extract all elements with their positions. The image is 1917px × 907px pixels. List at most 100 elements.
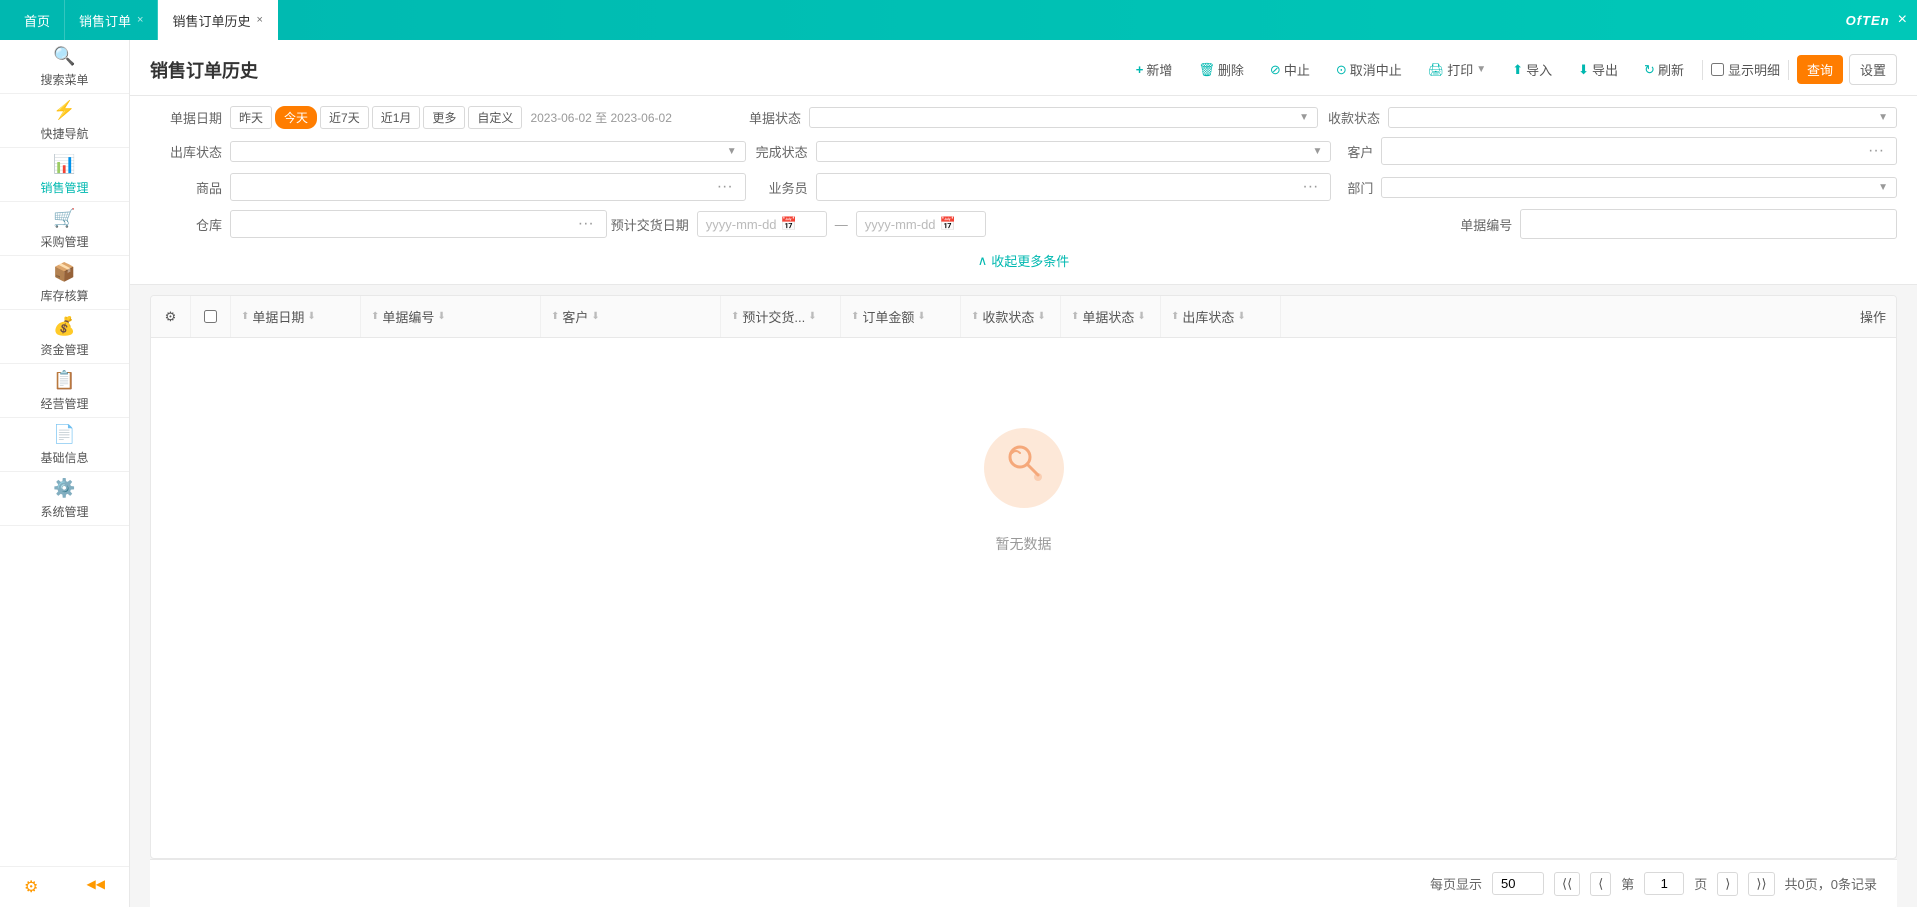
th-checkbox[interactable]: [191, 296, 231, 337]
sidebar-collapse-btn[interactable]: ◀◀: [86, 877, 104, 897]
customer-input[interactable]: ···: [1381, 137, 1897, 165]
sidebar-item-finance-mgmt[interactable]: 💰 资金管理: [0, 310, 129, 364]
sort-icon-pay-status-up[interactable]: ⬆: [971, 311, 979, 322]
sort-icon-date-up[interactable]: ⬆: [241, 311, 249, 322]
salesperson-input[interactable]: ···: [816, 173, 1332, 201]
sidebar-item-quick-nav[interactable]: ⚡ 快捷导航: [0, 94, 129, 148]
complete-status-select[interactable]: ▼: [816, 141, 1332, 162]
department-select[interactable]: ▼: [1381, 177, 1897, 198]
filter-area: 单据日期 昨天 今天 近7天 近1月 更多 自定义 2023-06-02 至 2…: [130, 96, 1917, 285]
warehouse-input[interactable]: ···: [230, 210, 607, 238]
sort-icon-delivery-up[interactable]: ⬆: [731, 311, 739, 322]
query-button[interactable]: 查询: [1797, 55, 1843, 84]
export-button[interactable]: ⬇ 导出: [1568, 55, 1628, 84]
sort-icon-docno-down[interactable]: ⬇: [437, 311, 445, 322]
cancel-stop-button[interactable]: ⊙ 取消中止: [1326, 55, 1412, 84]
export-icon: ⬇: [1578, 62, 1589, 78]
filter-row-1: 单据日期 昨天 今天 近7天 近1月 更多 自定义 2023-06-02 至 2…: [150, 106, 1897, 129]
pagination-last-btn[interactable]: ⟩⟩: [1748, 872, 1774, 896]
warehouse-out-control: ▼: [230, 141, 746, 162]
payment-status-select[interactable]: ▼: [1388, 107, 1897, 128]
display-detail-checkbox-wrap[interactable]: 显示明细: [1711, 60, 1780, 79]
pagination-total-info: 共0页，0条记录: [1785, 874, 1877, 893]
th-gear[interactable]: ⚙: [151, 296, 191, 337]
sort-icon-customer-up[interactable]: ⬆: [551, 311, 559, 322]
tab-home-label: 首页: [24, 11, 50, 30]
product-ellipsis[interactable]: ···: [713, 178, 737, 196]
import-button[interactable]: ⬆ 导入: [1502, 55, 1562, 84]
settings-button[interactable]: 设置: [1849, 54, 1897, 85]
sort-icon-amount-up[interactable]: ⬆: [851, 311, 859, 322]
tab-sales-order[interactable]: 销售订单 ×: [65, 0, 158, 40]
delete-button[interactable]: 🗑 删除: [1188, 55, 1254, 84]
voucher-status-select[interactable]: ▼: [809, 107, 1318, 128]
delivery-date-start[interactable]: yyyy-mm-dd 📅: [697, 211, 827, 237]
sidebar-item-sales-mgmt[interactable]: 📊 销售管理: [0, 148, 129, 202]
sort-icon-pay-status-down[interactable]: ⬇: [1037, 311, 1045, 322]
sort-icon-docno-up[interactable]: ⬆: [371, 311, 379, 322]
sidebar-item-search-menu[interactable]: 🔍 搜索菜单: [0, 40, 129, 94]
gear-icon[interactable]: ⚙: [165, 309, 177, 325]
sidebar-settings-btn[interactable]: ⚙: [24, 877, 38, 897]
date-btn-1month[interactable]: 近1月: [372, 106, 421, 129]
date-btn-today[interactable]: 今天: [275, 106, 317, 129]
sort-icon-wh-down[interactable]: ⬇: [1237, 311, 1245, 322]
print-arrow: ▼: [1476, 64, 1486, 75]
stop-button[interactable]: ⊘ 中止: [1260, 55, 1320, 84]
sidebar-item-sys-mgmt[interactable]: ⚙️ 系统管理: [0, 472, 129, 526]
select-all-checkbox[interactable]: [204, 310, 217, 323]
sort-icon-delivery-down[interactable]: ⬇: [808, 311, 816, 322]
sidebar-item-inventory[interactable]: 📦 库存核算: [0, 256, 129, 310]
voucher-no-input[interactable]: [1520, 209, 1897, 239]
date-btn-7days[interactable]: 近7天: [320, 106, 369, 129]
sort-icon-doc-status-down[interactable]: ⬇: [1137, 311, 1145, 322]
sidebar-item-purchase-mgmt[interactable]: 🛒 采购管理: [0, 202, 129, 256]
pagination-next-btn[interactable]: ⟩: [1717, 872, 1738, 896]
tab-sales-order-history-close[interactable]: ×: [256, 14, 262, 26]
per-page-select-wrap: 50 10 20 100: [1492, 872, 1544, 895]
sort-icon-wh-up[interactable]: ⬆: [1171, 311, 1179, 322]
print-button[interactable]: 🖨 打印 ▼: [1418, 55, 1496, 84]
tab-sales-order-history[interactable]: 销售订单历史 ×: [158, 0, 277, 40]
sort-icon-doc-status-up[interactable]: ⬆: [1071, 311, 1079, 322]
customer-ellipsis[interactable]: ···: [1864, 142, 1888, 160]
pagination-first-btn[interactable]: ⟨⟨: [1554, 872, 1580, 896]
warehouse-out-select[interactable]: ▼: [230, 141, 746, 162]
sort-icon-date-down[interactable]: ⬇: [307, 311, 315, 322]
date-btn-custom[interactable]: 自定义: [468, 106, 522, 129]
sidebar-item-base-info[interactable]: 📄 基础信息: [0, 418, 129, 472]
new-button[interactable]: + 新增: [1126, 55, 1183, 84]
salesperson-label: 业务员: [746, 178, 816, 197]
delivery-date-end-placeholder: yyyy-mm-dd: [865, 217, 936, 232]
per-page-select[interactable]: 50 10 20 100: [1492, 872, 1544, 895]
finance-mgmt-icon: 💰: [53, 316, 75, 337]
import-icon: ⬆: [1512, 62, 1523, 78]
pagination-prev-btn[interactable]: ⟨: [1590, 872, 1611, 896]
toolbar: + 新增 🗑 删除 ⊘ 中止 ⊙ 取消中止 🖨 打印: [1126, 54, 1897, 85]
warehouse-ellipsis[interactable]: ···: [574, 215, 598, 233]
page-title: 销售订单历史: [150, 57, 258, 83]
product-control: ···: [230, 173, 746, 201]
toolbar-divider-2: [1788, 60, 1789, 80]
tab-home[interactable]: 首页: [10, 0, 65, 40]
topbar-close-icon[interactable]: ×: [1898, 11, 1907, 29]
delivery-date-end[interactable]: yyyy-mm-dd 📅: [856, 211, 986, 237]
product-input[interactable]: ···: [230, 173, 746, 201]
collapse-more-btn[interactable]: ∧ 收起更多条件: [150, 247, 1897, 274]
voucher-status-control: ▼: [809, 107, 1318, 128]
salesperson-ellipsis[interactable]: ···: [1298, 178, 1322, 196]
pagination-page-input[interactable]: [1644, 872, 1684, 895]
sidebar-item-sys-mgmt-label: 系统管理: [40, 503, 88, 520]
sort-icon-customer-down[interactable]: ⬇: [591, 311, 599, 322]
display-detail-checkbox[interactable]: [1711, 63, 1724, 76]
refresh-button[interactable]: ↻ 刷新: [1634, 55, 1694, 84]
tab-sales-order-close[interactable]: ×: [137, 14, 143, 26]
refresh-icon: ↻: [1644, 62, 1655, 78]
date-filter-control: 昨天 今天 近7天 近1月 更多 自定义 2023-06-02 至 2023-0…: [230, 106, 739, 129]
th-doc-status-label: 单据状态: [1082, 307, 1134, 326]
sidebar-item-ops-mgmt[interactable]: 📋 经营管理: [0, 364, 129, 418]
refresh-label: 刷新: [1658, 60, 1684, 79]
date-btn-more[interactable]: 更多: [423, 106, 465, 129]
date-btn-yesterday[interactable]: 昨天: [230, 106, 272, 129]
sort-icon-amount-down[interactable]: ⬇: [917, 311, 925, 322]
